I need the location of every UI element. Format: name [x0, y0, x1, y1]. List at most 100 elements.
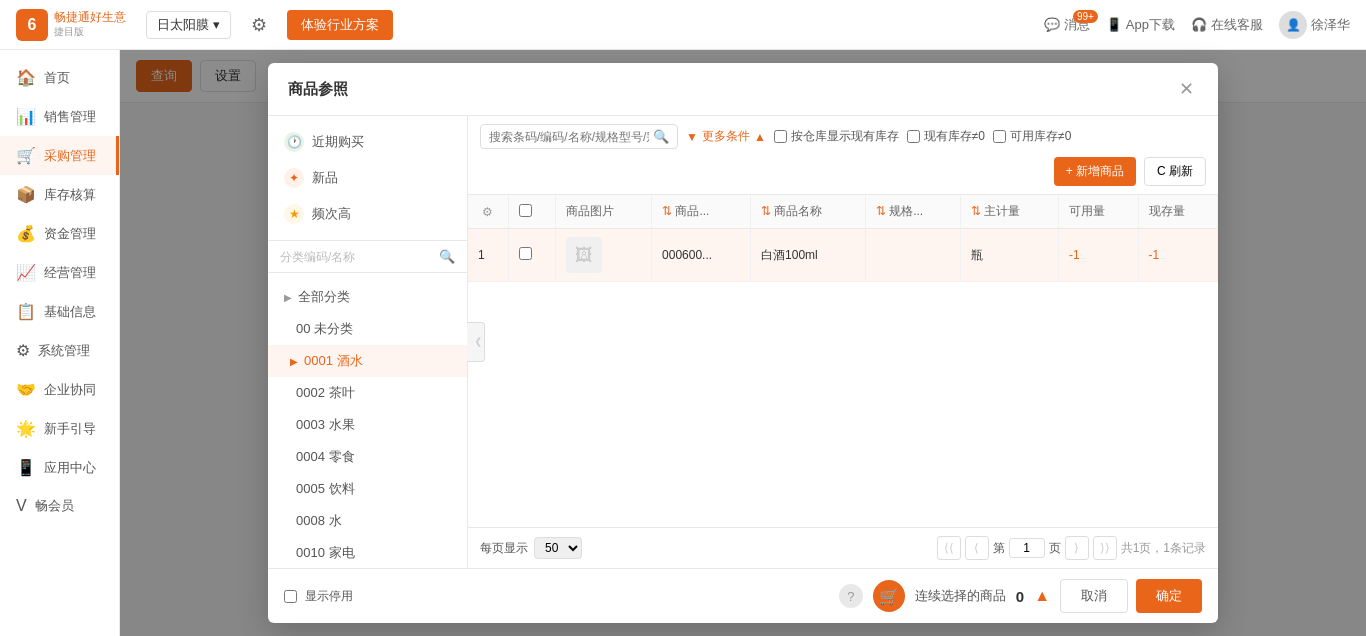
online-service-item[interactable]: 🎧 在线客服 [1191, 16, 1263, 34]
avatar: 👤 [1279, 11, 1307, 39]
sidebar-item-management[interactable]: 📈 经营管理 [0, 253, 119, 292]
table-header-row: ⚙ 商品图片 ⇅ 商品... ⇅ [468, 195, 1218, 229]
first-page-btn[interactable]: ⟨⟨ [937, 536, 961, 560]
checkbox-available-stock[interactable]: 可用库存≠0 [993, 128, 1071, 145]
refresh-btn[interactable]: C 刷新 [1144, 157, 1206, 186]
th-available: 可用量 [1059, 195, 1138, 229]
sidebar-label-member: 畅会员 [35, 497, 74, 515]
message-icon: 💬 [1044, 17, 1060, 32]
checkbox-warehouse-input[interactable] [774, 130, 787, 143]
collapse-left-panel-btn[interactable]: 《 [467, 322, 485, 362]
tab-new-label: 新品 [312, 169, 338, 187]
category-0003[interactable]: 0003 水果 [268, 409, 467, 441]
management-icon: 📈 [16, 263, 36, 282]
checkbox-available-stock-label: 可用库存≠0 [1010, 128, 1071, 145]
next-page-btn[interactable]: ⟩ [1065, 536, 1089, 560]
category-0004[interactable]: 0004 零食 [268, 441, 467, 473]
cart-collapse-icon[interactable]: ▲ [1034, 587, 1050, 605]
product-table: ⚙ 商品图片 ⇅ 商品... ⇅ [468, 195, 1218, 282]
sidebar-item-home[interactable]: 🏠 首页 [0, 58, 119, 97]
phone-icon: 📱 [1106, 17, 1122, 32]
app-download-item[interactable]: 📱 App下载 [1106, 16, 1175, 34]
checkbox-existing-stock[interactable]: 现有库存≠0 [907, 128, 985, 145]
store-name: 日太阳膜 [157, 16, 209, 34]
sidebar-item-basic[interactable]: 📋 基础信息 [0, 292, 119, 331]
sidebar-item-inventory[interactable]: 📦 库存核算 [0, 175, 119, 214]
settings-icon[interactable]: ⚙ [243, 9, 275, 41]
prev-page-btn[interactable]: ⟨ [965, 536, 989, 560]
sidebar-item-apps[interactable]: 📱 应用中心 [0, 448, 119, 487]
member-icon: V [16, 497, 27, 515]
home-icon: 🏠 [16, 68, 36, 87]
tab-frequent[interactable]: ★ 频次高 [268, 196, 467, 232]
checkbox-warehouse[interactable]: 按仓库显示现有库存 [774, 128, 899, 145]
page-input[interactable] [1009, 538, 1045, 558]
cancel-btn[interactable]: 取消 [1060, 579, 1128, 613]
last-page-btn[interactable]: ⟩⟩ [1093, 536, 1117, 560]
modal-header: 商品参照 ✕ [268, 63, 1218, 116]
row-unit: 瓶 [961, 229, 1059, 282]
logo-icon: 6 [16, 9, 48, 41]
category-search-icon[interactable]: 🔍 [439, 249, 455, 264]
row-checkbox[interactable] [519, 247, 532, 260]
show-disabled-label: 显示停用 [305, 588, 353, 605]
cart-icon[interactable]: 🛒 [873, 580, 905, 612]
product-search-input[interactable] [489, 130, 649, 144]
table-row[interactable]: 1 🖼 000600... 白酒100ml 瓶 [468, 229, 1218, 282]
product-search-icon[interactable]: 🔍 [653, 129, 669, 144]
add-product-btn[interactable]: + 新增商品 [1054, 157, 1136, 186]
category-search-input[interactable] [280, 250, 433, 264]
sidebar-item-system[interactable]: ⚙ 系统管理 [0, 331, 119, 370]
help-icon[interactable]: ? [839, 584, 863, 608]
select-all-checkbox[interactable] [519, 204, 532, 217]
checkbox-existing-stock-input[interactable] [907, 130, 920, 143]
category-0005[interactable]: 0005 饮料 [268, 473, 467, 505]
logo: 6 畅捷通好生意 捷目版 [16, 9, 126, 41]
sort-icon-code: ⇅ [662, 204, 672, 218]
chevron-down-icon: ▾ [213, 17, 220, 32]
cart-label: 连续选择的商品 [915, 587, 1006, 605]
confirm-btn[interactable]: 确定 [1136, 579, 1202, 613]
th-unit[interactable]: ⇅ 主计量 [961, 195, 1059, 229]
category-0001[interactable]: ▶ 0001 酒水 [268, 345, 467, 377]
th-settings[interactable]: ⚙ [468, 195, 508, 229]
th-name[interactable]: ⇅ 商品名称 [751, 195, 866, 229]
row-name: 白酒100ml [751, 229, 866, 282]
message-item[interactable]: 💬 消息 99+ [1044, 16, 1090, 34]
filter-collapse-icon: ▲ [754, 130, 766, 144]
category-0002[interactable]: 0002 茶叶 [268, 377, 467, 409]
basic-icon: 📋 [16, 302, 36, 321]
th-image: 商品图片 [555, 195, 651, 229]
category-0008[interactable]: 0008 水 [268, 505, 467, 537]
category-all[interactable]: ▶ 全部分类 [268, 281, 467, 313]
pagination: 每页显示 50 ⟨⟨ ⟨ 第 页 ⟩ [468, 527, 1218, 568]
modal-close-btn[interactable]: ✕ [1174, 77, 1198, 101]
experience-btn[interactable]: 体验行业方案 [287, 10, 393, 40]
filter-btn[interactable]: ▼ 更多条件 ▲ [686, 128, 766, 145]
sidebar-item-enterprise[interactable]: 🤝 企业协同 [0, 370, 119, 409]
user-item[interactable]: 👤 徐泽华 [1279, 11, 1350, 39]
th-checkbox [508, 195, 555, 229]
th-spec[interactable]: ⇅ 规格... [865, 195, 960, 229]
sidebar-label-basic: 基础信息 [44, 303, 96, 321]
th-code[interactable]: ⇅ 商品... [652, 195, 751, 229]
sidebar-item-sales[interactable]: 📊 销售管理 [0, 97, 119, 136]
content-area: 查询 设置 商品参照 ✕ 🕐 近期购买 [120, 50, 1366, 636]
category-0010[interactable]: 0010 家电 [268, 537, 467, 568]
page-suffix: 页 [1049, 540, 1061, 557]
recent-icon: 🕐 [284, 132, 304, 152]
store-dropdown[interactable]: 日太阳膜 ▾ [146, 11, 231, 39]
sidebar-item-member[interactable]: V 畅会员 [0, 487, 119, 525]
sidebar-item-finance[interactable]: 💰 资金管理 [0, 214, 119, 253]
show-disabled-checkbox[interactable] [284, 590, 297, 603]
sidebar-item-guide[interactable]: 🌟 新手引导 [0, 409, 119, 448]
row-checkbox-cell[interactable] [508, 229, 555, 282]
purchase-icon: 🛒 [16, 146, 36, 165]
sidebar-item-purchase[interactable]: 🛒 采购管理 [0, 136, 119, 175]
tab-recent[interactable]: 🕐 近期购买 [268, 124, 467, 160]
message-badge: 99+ [1073, 10, 1098, 23]
tab-new[interactable]: ✦ 新品 [268, 160, 467, 196]
per-page-select[interactable]: 50 [534, 537, 582, 559]
category-00[interactable]: 00 未分类 [268, 313, 467, 345]
checkbox-available-stock-input[interactable] [993, 130, 1006, 143]
